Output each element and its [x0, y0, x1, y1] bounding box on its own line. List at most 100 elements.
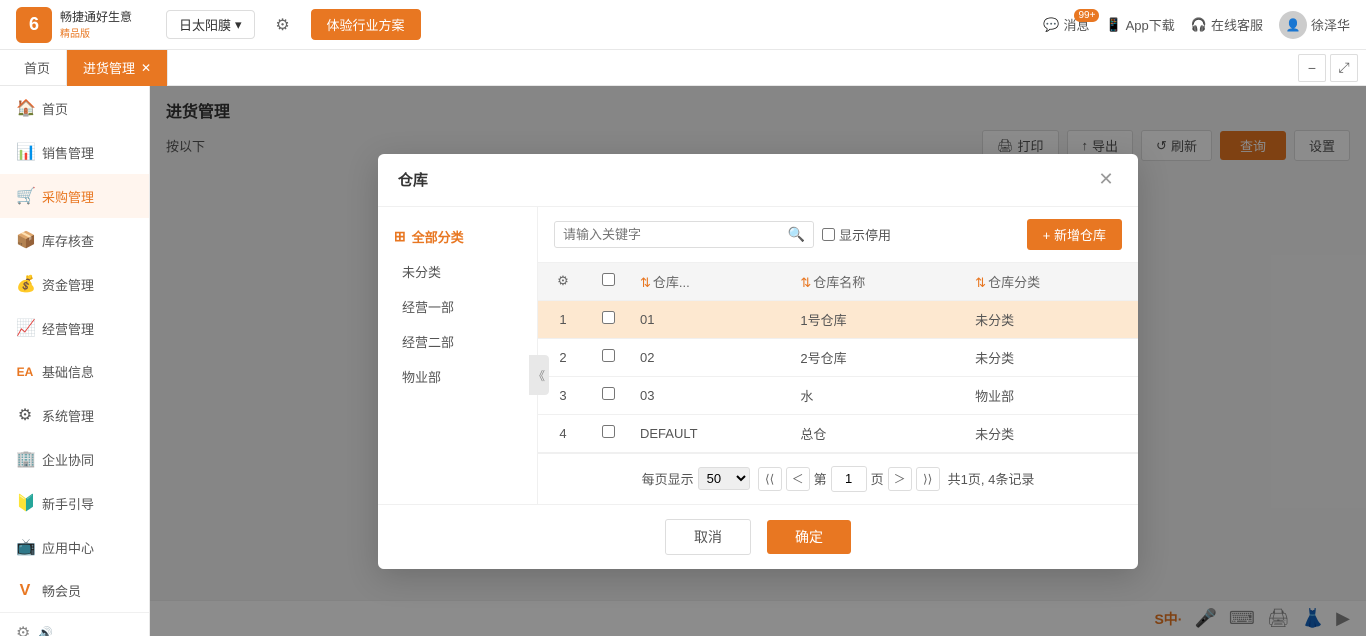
first-page-button[interactable]: ⟨⟨ — [758, 467, 782, 491]
row-checkbox[interactable] — [588, 338, 628, 376]
table-row: 1 01 1号仓库 未分类 — [538, 300, 1138, 338]
message-item[interactable]: 💬 消息 99+ — [1043, 15, 1089, 34]
app-download-item[interactable]: 📱 App下载 — [1105, 15, 1174, 34]
sidebar-item-guide[interactable]: 🔰 新手引导 — [0, 481, 149, 525]
message-icon: 💬 — [1043, 17, 1059, 33]
operation-icon: 📈 — [16, 318, 34, 338]
total-info: 共1页, 4条记录 — [948, 469, 1035, 488]
brand-name: 畅捷通好生意 — [60, 9, 132, 26]
all-categories-item[interactable]: ⊞ 全部分类 — [378, 219, 537, 254]
row-checkbox[interactable] — [588, 376, 628, 414]
page-suffix: 页 — [871, 469, 884, 488]
show-disabled-wrap: 显示停用 — [822, 225, 891, 244]
tab-purchase[interactable]: 进货管理 ✕ — [67, 50, 168, 86]
tab-home[interactable]: 首页 — [8, 50, 67, 86]
minimize-button[interactable]: − — [1298, 54, 1326, 82]
row-select-checkbox[interactable] — [602, 425, 615, 438]
sort-icon-cat: ⇅ — [975, 275, 986, 290]
prev-page-button[interactable]: ＜ — [786, 467, 810, 491]
message-badge: 99+ — [1074, 9, 1099, 22]
sidebar-item-home[interactable]: 🏠 首页 — [0, 86, 149, 130]
settings-button[interactable]: ⚙ — [267, 9, 299, 41]
basic-icon: EA — [16, 365, 34, 379]
close-icon[interactable]: ✕ — [141, 61, 151, 75]
confirm-button[interactable]: 确定 — [767, 520, 851, 554]
col-checkbox — [588, 263, 628, 301]
warehouse-modal: 仓库 ✕ ⊞ 全部分类 未分类 经营一部 经营二部 物业部 — [378, 154, 1138, 569]
sales-icon: 📊 — [16, 142, 34, 162]
sidebar-item-appstore[interactable]: 📺 应用中心 — [0, 525, 149, 569]
sidebar-item-operation[interactable]: 📈 经营管理 — [0, 306, 149, 350]
user-info[interactable]: 👤 徐泽华 — [1279, 11, 1350, 39]
category-item-3[interactable]: 物业部 — [378, 359, 537, 394]
brand-sub: 精品版 — [60, 25, 132, 40]
row-name: 水 — [788, 376, 963, 414]
sidebar-item-enterprise[interactable]: 🏢 企业协同 — [0, 437, 149, 481]
inventory-icon: 📦 — [16, 230, 34, 250]
username: 徐泽华 — [1311, 15, 1350, 34]
store-selector[interactable]: 日太阳膜 ▾ — [166, 10, 255, 39]
row-category: 物业部 — [963, 376, 1138, 414]
select-all-checkbox[interactable] — [602, 273, 615, 286]
modal-pagination: 每页显示 50 20 100 ⟨⟨ ＜ 第 — [538, 453, 1138, 504]
home-icon: 🏠 — [16, 98, 34, 118]
modal-sidebar: ⊞ 全部分类 未分类 经营一部 经营二部 物业部 《 — [378, 207, 538, 504]
row-checkbox[interactable] — [588, 300, 628, 338]
show-disabled-checkbox[interactable] — [822, 228, 835, 241]
row-name: 1号仓库 — [788, 300, 963, 338]
sidebar-item-inventory-label: 库存核查 — [42, 231, 94, 250]
sidebar-bottom[interactable]: ⚙ 🔊 — [0, 612, 149, 636]
row-select-checkbox[interactable] — [602, 387, 615, 400]
trial-button[interactable]: 体验行业方案 — [311, 9, 421, 40]
sidebar-item-sales[interactable]: 📊 销售管理 — [0, 130, 149, 174]
search-input[interactable] — [563, 227, 784, 242]
sidebar-item-sales-label: 销售管理 — [42, 143, 94, 162]
online-service-item[interactable]: 🎧 在线客服 — [1191, 15, 1263, 34]
sidebar-item-system-label: 系统管理 — [42, 406, 94, 425]
sidebar: 🏠 首页 📊 销售管理 🛒 采购管理 📦 库存核查 💰 资金管理 📈 经 — [0, 86, 150, 636]
main-content: 进货管理 按以下 🖨 打印 ↑ 导出 ↺ 刷新 — [150, 86, 1366, 636]
grid-icon: ⊞ — [394, 228, 406, 245]
category-item-1[interactable]: 经营一部 — [378, 289, 537, 324]
modal-toolbar: 🔍 显示停用 + 新增仓库 — [538, 207, 1138, 263]
col-name: ⇅仓库名称 — [788, 263, 963, 301]
sidebar-item-system[interactable]: ⚙ 系统管理 — [0, 393, 149, 437]
sidebar-item-appstore-label: 应用中心 — [42, 538, 94, 557]
cancel-button[interactable]: 取消 — [665, 519, 751, 555]
sidebar-collapse-button[interactable]: 《 — [529, 355, 549, 395]
tab-purchase-label: 进货管理 — [83, 58, 135, 77]
page-number-input[interactable] — [831, 466, 867, 492]
table-row: 4 DEFAULT 总仓 未分类 — [538, 414, 1138, 452]
sidebar-item-basic[interactable]: EA 基础信息 — [0, 350, 149, 393]
page-label: 第 — [814, 469, 827, 488]
per-page-dropdown[interactable]: 50 20 100 — [698, 467, 750, 490]
last-page-button[interactable]: ⟩⟩ — [916, 467, 940, 491]
sidebar-item-operation-label: 经营管理 — [42, 319, 94, 338]
member-icon: V — [16, 582, 34, 600]
sidebar-item-purchase[interactable]: 🛒 采购管理 — [0, 174, 149, 218]
sidebar-item-finance[interactable]: 💰 资金管理 — [0, 262, 149, 306]
row-checkbox[interactable] — [588, 414, 628, 452]
app-download-label: App下载 — [1126, 15, 1175, 34]
finance-icon: 💰 — [16, 274, 34, 294]
maximize-button[interactable]: ⤢ — [1330, 54, 1358, 82]
modal-footer: 取消 确定 — [378, 504, 1138, 569]
row-category: 未分类 — [963, 300, 1138, 338]
pager-buttons: ⟨⟨ ＜ 第 页 ＞ ⟩⟩ — [758, 466, 940, 492]
sidebar-item-inventory[interactable]: 📦 库存核查 — [0, 218, 149, 262]
phone-icon: 📱 — [1105, 17, 1121, 33]
gear-icon: ⚙ — [557, 273, 569, 288]
category-item-2[interactable]: 经营二部 — [378, 324, 537, 359]
modal-close-button[interactable]: ✕ — [1094, 168, 1118, 192]
col-settings: ⚙ — [538, 263, 588, 301]
row-index: 4 — [538, 414, 588, 452]
row-select-checkbox[interactable] — [602, 349, 615, 362]
tab-home-label: 首页 — [24, 58, 50, 77]
add-warehouse-button[interactable]: + 新增仓库 — [1027, 219, 1122, 250]
category-item-0[interactable]: 未分类 — [378, 254, 537, 289]
sidebar-item-member[interactable]: V 畅会员 — [0, 569, 149, 612]
next-page-button[interactable]: ＞ — [888, 467, 912, 491]
row-name: 2号仓库 — [788, 338, 963, 376]
row-select-checkbox[interactable] — [602, 311, 615, 324]
appstore-icon: 📺 — [16, 537, 34, 557]
